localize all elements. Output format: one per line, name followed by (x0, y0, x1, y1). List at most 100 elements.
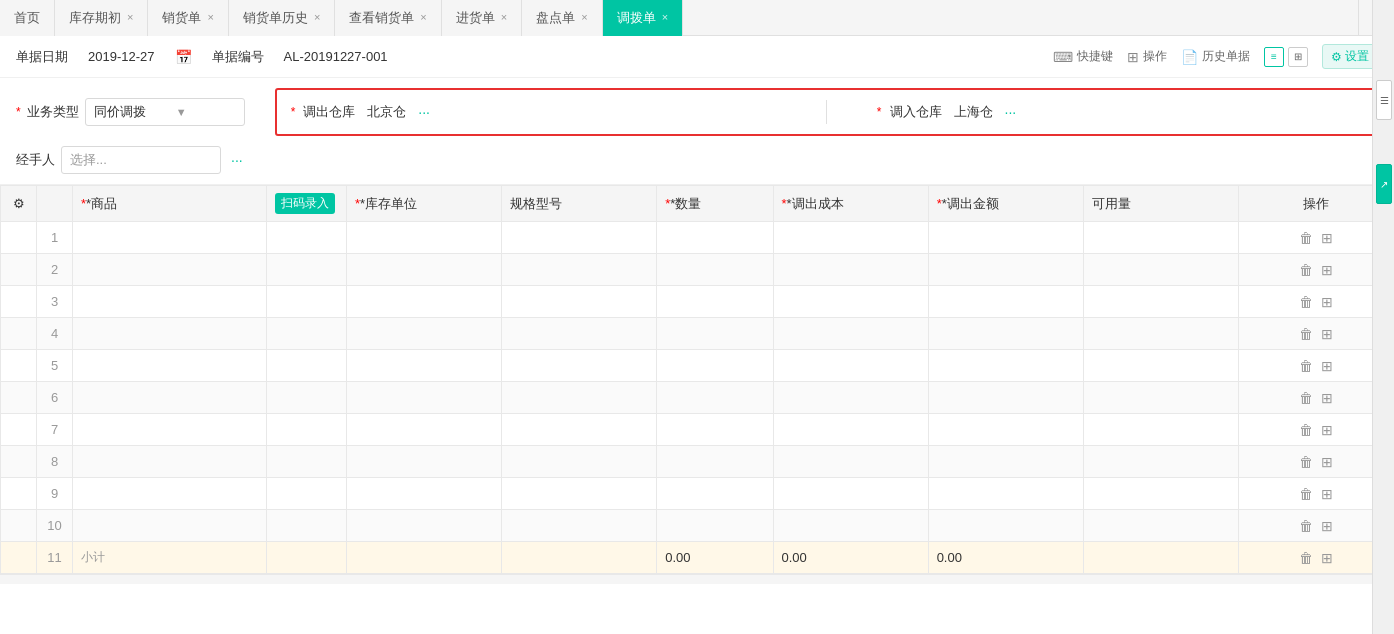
warehouse-out-star: * (291, 105, 296, 119)
tab-sales-history-close[interactable]: × (314, 12, 320, 23)
delete-icon-2[interactable]: 🗑 (1299, 262, 1313, 278)
copy-icon-1[interactable]: ⊞ (1321, 230, 1333, 246)
tab-inventory-init-close[interactable]: × (127, 12, 133, 23)
copy-icon-4[interactable]: ⊞ (1321, 326, 1333, 342)
tab-sales-history[interactable]: 销货单历史 × (229, 0, 335, 36)
handler-select[interactable]: 选择... (61, 146, 221, 174)
row-product-3[interactable] (73, 286, 267, 318)
copy-icon-8[interactable]: ⊞ (1321, 454, 1333, 470)
row-qty-10 (657, 510, 773, 542)
row-product-7[interactable] (73, 414, 267, 446)
warehouse-out-label: 调出仓库 (303, 103, 355, 121)
tab-purchase-label: 进货单 (456, 9, 495, 27)
tab-purchase-close[interactable]: × (501, 12, 507, 23)
action-icons-6: 🗑 ⊞ (1247, 390, 1385, 406)
delete-icon-6[interactable]: 🗑 (1299, 390, 1313, 406)
row-product-10[interactable] (73, 510, 267, 542)
tab-transfer[interactable]: 调拨单 × (603, 0, 683, 36)
operation-btn[interactable]: ⊞ 操作 (1127, 48, 1167, 65)
tab-home[interactable]: 首页 (0, 0, 55, 36)
col-amount-header: **调出金额 (928, 186, 1083, 222)
copy-icon-6[interactable]: ⊞ (1321, 390, 1333, 406)
tab-inventory-close[interactable]: × (581, 12, 587, 23)
action-icons-4: 🗑 ⊞ (1247, 326, 1385, 342)
business-type-select[interactable]: 同价调拨 ▼ (85, 98, 245, 126)
handler-more-btn[interactable]: ··· (227, 152, 247, 168)
row-action-1: 🗑 ⊞ (1238, 222, 1393, 254)
row-unit-9 (346, 478, 501, 510)
delete-icon-11[interactable]: 🗑 (1299, 550, 1313, 566)
copy-icon-10[interactable]: ⊞ (1321, 518, 1333, 534)
warehouse-in-more-btn[interactable]: ··· (1001, 104, 1021, 120)
col-gear[interactable]: ⚙ (1, 186, 37, 222)
row-product-1[interactable] (73, 222, 267, 254)
delete-icon-1[interactable]: 🗑 (1299, 230, 1313, 246)
row-cost-5 (773, 350, 928, 382)
row-gear-6 (1, 382, 37, 414)
tab-sales[interactable]: 销货单 × (148, 0, 228, 36)
warehouse-out-more-btn[interactable]: ··· (414, 104, 434, 120)
copy-icon-3[interactable]: ⊞ (1321, 294, 1333, 310)
tab-inventory-init[interactable]: 库存期初 × (55, 0, 148, 36)
settings-button[interactable]: ⚙ 设置 (1322, 44, 1378, 69)
tab-inventory[interactable]: 盘点单 × (522, 0, 602, 36)
scrollbar[interactable] (0, 574, 1394, 584)
row-num-9: 9 (37, 478, 73, 510)
delete-icon-7[interactable]: 🗑 (1299, 422, 1313, 438)
copy-icon-7[interactable]: ⊞ (1321, 422, 1333, 438)
row-product-2[interactable] (73, 254, 267, 286)
row-action-4: 🗑 ⊞ (1238, 318, 1393, 350)
business-type-dropdown-icon: ▼ (176, 106, 187, 118)
copy-icon-5[interactable]: ⊞ (1321, 358, 1333, 374)
row-product-5[interactable] (73, 350, 267, 382)
row-unit-7 (346, 414, 501, 446)
delete-icon-9[interactable]: 🗑 (1299, 486, 1313, 502)
shortcut-btn[interactable]: ⌨ 快捷键 (1053, 48, 1113, 65)
table-container: ⚙ **商品 扫码录入 **库存单位 规格型号 **数量 **调出成本 (0, 185, 1394, 574)
business-type-star: * (16, 105, 21, 119)
warehouse-divider (826, 100, 827, 124)
delete-icon-8[interactable]: 🗑 (1299, 454, 1313, 470)
row-unit-5 (346, 350, 501, 382)
row-spec-1 (502, 222, 657, 254)
row-product-4[interactable] (73, 318, 267, 350)
row-spec-7 (502, 414, 657, 446)
tab-inventory-init-label: 库存期初 (69, 9, 121, 27)
history-btn[interactable]: 📄 历史单据 (1181, 48, 1250, 65)
layout-list-icon[interactable]: ≡ (1264, 47, 1284, 67)
delete-icon-4[interactable]: 🗑 (1299, 326, 1313, 342)
row-action-10: 🗑 ⊞ (1238, 510, 1393, 542)
row-product-6[interactable] (73, 382, 267, 414)
tab-view-sales[interactable]: 查看销货单 × (335, 0, 441, 36)
scan-btn[interactable]: 扫码录入 (275, 193, 335, 214)
copy-icon-11[interactable]: ⊞ (1321, 550, 1333, 566)
side-note-btn[interactable]: ☰ (1376, 80, 1392, 120)
side-export-btn[interactable]: ↗ (1376, 164, 1392, 204)
row-scan-1 (266, 222, 346, 254)
row-product-8[interactable] (73, 446, 267, 478)
delete-icon-3[interactable]: 🗑 (1299, 294, 1313, 310)
action-icons-9: 🗑 ⊞ (1247, 486, 1385, 502)
row-product-9[interactable] (73, 478, 267, 510)
tab-purchase[interactable]: 进货单 × (442, 0, 522, 36)
tab-sales-label: 销货单 (162, 9, 201, 27)
copy-icon-9[interactable]: ⊞ (1321, 486, 1333, 502)
layout-grid-icon[interactable]: ⊞ (1288, 47, 1308, 67)
table-row: 4 🗑 ⊞ (1, 318, 1394, 350)
gear-icon[interactable]: ⚙ (13, 196, 25, 211)
row-num-7: 7 (37, 414, 73, 446)
row-scan-5 (266, 350, 346, 382)
subtotal-amount: 0.00 (937, 550, 962, 565)
copy-icon-2[interactable]: ⊞ (1321, 262, 1333, 278)
tab-transfer-close[interactable]: × (662, 12, 668, 23)
row-gear-9 (1, 478, 37, 510)
tab-view-sales-close[interactable]: × (420, 12, 426, 23)
delete-icon-10[interactable]: 🗑 (1299, 518, 1313, 534)
tab-sales-close[interactable]: × (207, 12, 213, 23)
row-unit-4 (346, 318, 501, 350)
row-spec-9 (502, 478, 657, 510)
calendar-icon[interactable]: 📅 (175, 49, 192, 65)
form-row-1: * 业务类型 同价调拨 ▼ * 调出仓库 北京仓 ··· * 调入仓库 (16, 88, 1378, 136)
delete-icon-5[interactable]: 🗑 (1299, 358, 1313, 374)
action-icons-2: 🗑 ⊞ (1247, 262, 1385, 278)
